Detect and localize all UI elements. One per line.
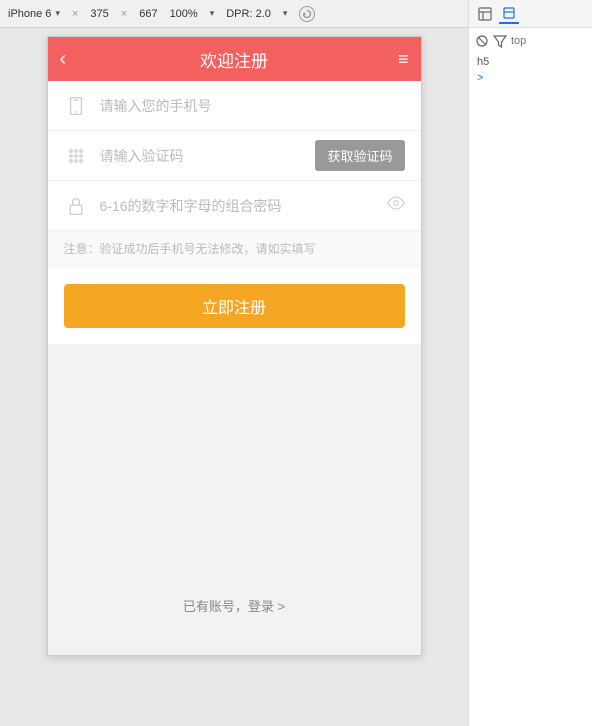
phone-icon [64,94,88,118]
password-row [48,181,421,231]
phone-frame: ‹ 欢迎注册 ≡ [0,28,468,726]
phone-input[interactable] [100,98,405,114]
notice-text: 注意：验证成功后手机号无法修改，请如实填写 [48,231,421,268]
devtools-active-tab[interactable] [499,4,519,24]
devtools-filter-icon[interactable] [493,32,507,50]
zoom-chevron: ▾ [210,8,215,19]
devtools-elements-tab[interactable] [475,4,495,24]
devtools-tabs [469,0,592,28]
page-header: ‹ 欢迎注册 ≡ [48,37,421,81]
device-name: iPhone 6 [8,8,51,20]
device-chevron: ▾ [55,8,60,19]
viewport-width: 375 [90,8,108,20]
devtools-content: h5 > [469,28,592,726]
password-input[interactable] [100,198,405,214]
back-button[interactable]: ‹ [60,48,67,71]
page-title: 欢迎注册 [200,47,268,72]
toggle-password-icon[interactable] [387,194,405,217]
devtools-arrow[interactable]: > [475,72,586,84]
menu-button[interactable]: ≡ [398,49,409,70]
separator2: × [121,8,127,20]
get-code-button[interactable]: 获取验证码 [315,140,404,171]
code-input[interactable] [100,148,316,164]
devtools-h5-tag: h5 [475,56,586,68]
code-icon [64,144,88,168]
devtools-block-icon[interactable] [475,32,489,50]
phone-row [48,81,421,131]
login-link[interactable]: 已有账号，登录 > [48,576,421,635]
devtools-filter-input[interactable] [511,35,592,47]
lock-icon [64,194,88,218]
zoom-level[interactable]: 100% [170,8,198,20]
viewport-height: 667 [139,8,157,20]
code-row: 获取验证码 [48,131,421,181]
dpr-chevron: ▾ [283,8,288,19]
browser-toolbar: iPhone 6 ▾ × 375 × 667 100% ▾ DPR: 2.0 ▾ [0,0,468,28]
register-button[interactable]: 立即注册 [64,284,405,328]
registration-form: 获取验证码 [48,81,421,344]
device-selector[interactable]: iPhone 6 ▾ [8,8,60,20]
devtools-filter-row [475,32,586,50]
rotate-icon[interactable] [299,6,315,22]
separator1: × [72,8,78,20]
phone-screen: ‹ 欢迎注册 ≡ [47,36,422,656]
devtools-panel: h5 > [468,0,592,726]
dpr-label: DPR: 2.0 [226,8,271,20]
